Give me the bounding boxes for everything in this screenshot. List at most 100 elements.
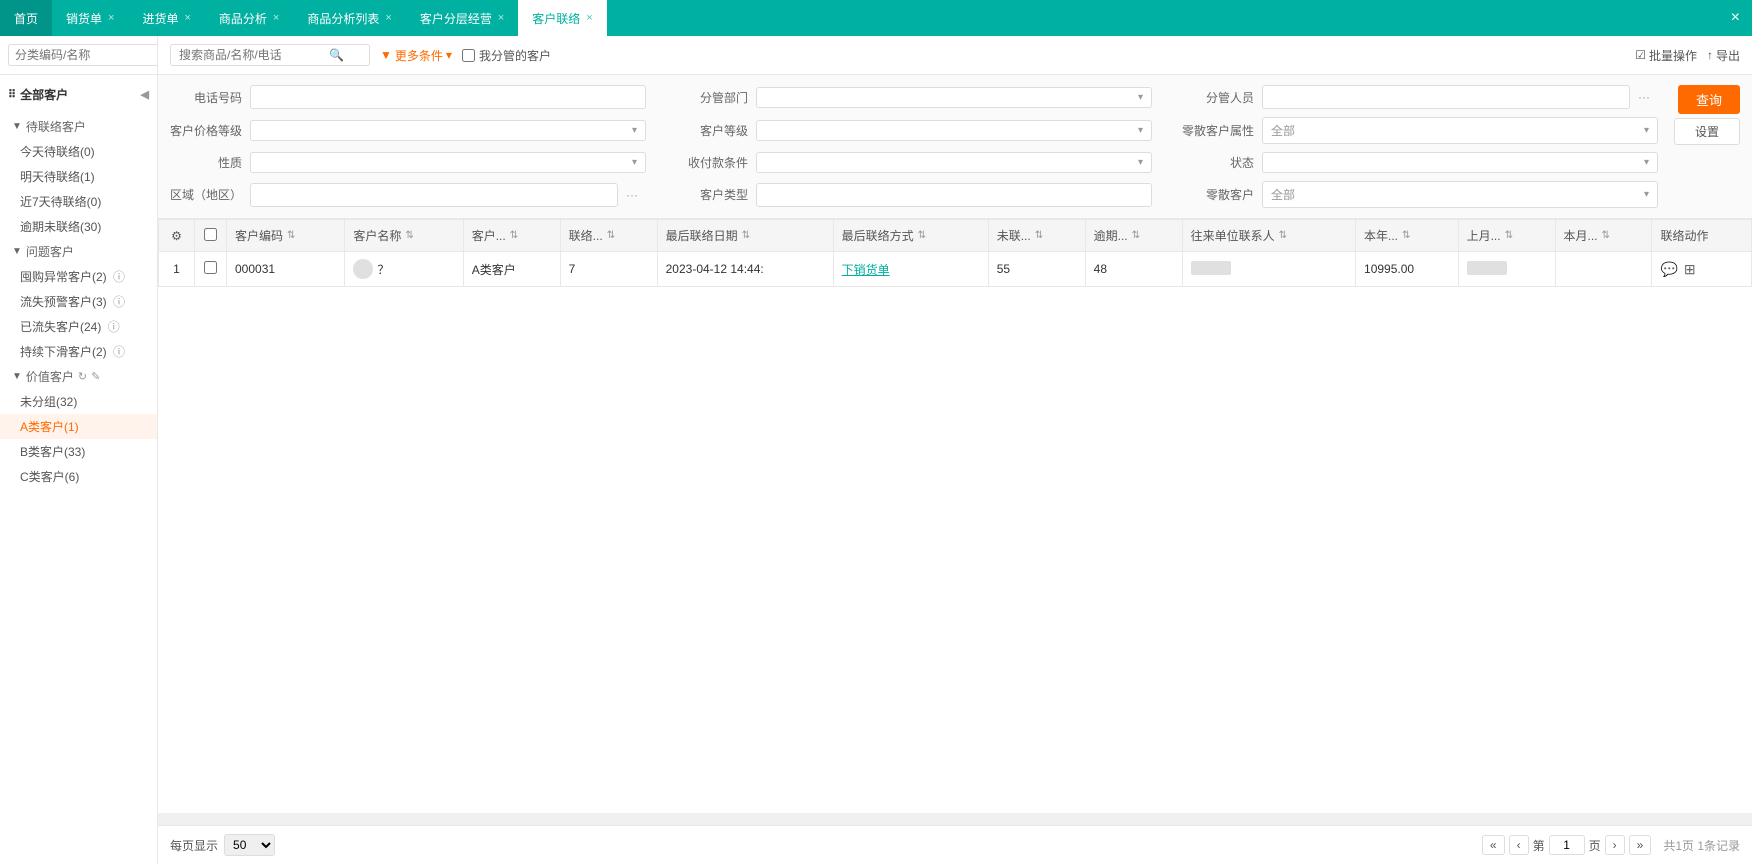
scatter2-dropdown-icon: ▾ [1644, 189, 1649, 200]
row-chat-icon[interactable]: 💬 [1660, 261, 1677, 278]
customer-avatar [353, 259, 373, 279]
sidebar-pending-contact-header[interactable]: ▼ 待联络客户 [0, 114, 157, 139]
nav-customer-contact[interactable]: 客户联络 × [518, 0, 606, 36]
filter-price-select[interactable]: ▾ [250, 120, 646, 141]
sort-icon-this-month[interactable]: ⇅ [1602, 230, 1610, 241]
sidebar-search-input[interactable] [8, 44, 158, 66]
filter-phone-input[interactable] [250, 85, 646, 109]
nav-product-analysis-list[interactable]: 商品分析列表 × [293, 0, 405, 36]
filter-status-select[interactable]: ▾ [1262, 152, 1658, 173]
nav-customer-tier[interactable]: 客户分层经营 × [406, 0, 518, 36]
arrow-icon-2: ▼ [12, 246, 22, 257]
page-input[interactable] [1549, 835, 1585, 855]
sort-icon-year[interactable]: ⇅ [1402, 230, 1410, 241]
search-button[interactable]: 查询 [1678, 85, 1740, 114]
price-dropdown-icon: ▾ [632, 125, 637, 136]
more-filter-btn[interactable]: ▼ 更多条件 ▾ [380, 47, 452, 64]
first-page-btn[interactable]: « [1482, 835, 1505, 855]
filter-cust-type-input[interactable] [756, 183, 1152, 207]
table-header-row: ⚙ 客户编码 ⇅ 客户名称 [159, 220, 1752, 252]
gear-icon[interactable]: ⚙ [171, 229, 182, 243]
sidebar-problem-customers-header[interactable]: ▼ 问题客户 [0, 239, 157, 264]
sidebar-item-c-class[interactable]: C类客户(6) [0, 464, 157, 489]
export-btn[interactable]: ↑ 导出 [1707, 47, 1740, 64]
filter-person-input[interactable] [1262, 85, 1630, 109]
edit-icon[interactable]: ✎ [91, 370, 100, 383]
main-search-input[interactable] [179, 48, 329, 62]
filter-payment-select[interactable]: ▾ [756, 152, 1152, 173]
sort-icon-unit[interactable]: ⇅ [1279, 230, 1287, 241]
nature-dropdown-icon: ▾ [632, 157, 637, 168]
last-page-btn[interactable]: » [1629, 835, 1652, 855]
person-dots-btn[interactable]: ··· [1630, 86, 1658, 108]
sidebar-item-7days-contact[interactable]: 近7天待联络(0) [0, 189, 157, 214]
sidebar-item-churned[interactable]: 已流失客户(24) ⓘ [0, 314, 157, 339]
horizontal-scrollbar[interactable] [158, 813, 1752, 825]
my-customer-check[interactable] [462, 49, 475, 62]
close-all-tabs[interactable]: × [1719, 9, 1752, 27]
last-contact-way[interactable]: 下销货单 [842, 263, 890, 277]
sidebar-item-overdue-contact[interactable]: 逾期未联络(30) [0, 214, 157, 239]
nav-product-analysis[interactable]: 商品分析 × [205, 0, 293, 36]
close-sales-tab[interactable]: × [108, 12, 114, 24]
select-all-checkbox[interactable] [204, 228, 217, 241]
sidebar-item-tomorrow-contact[interactable]: 明天待联络(1) [0, 164, 157, 189]
filter-dept-select[interactable]: ▾ [756, 87, 1152, 108]
sidebar-item-a-class[interactable]: A类客户(1) [0, 414, 157, 439]
next-page-btn[interactable]: › [1605, 835, 1625, 855]
collapse-icon: ◀ [141, 88, 149, 101]
sort-icon-way[interactable]: ⇅ [918, 230, 926, 241]
row-checkbox[interactable] [204, 261, 217, 274]
sort-icon-contact[interactable]: ⇅ [607, 230, 615, 241]
sidebar-all-customers-header[interactable]: ⠿ 全部客户 ◀ [0, 81, 157, 108]
sort-icon-name[interactable]: ⇅ [405, 230, 413, 241]
close-customer-tier-tab[interactable]: × [498, 12, 504, 24]
close-product-analysis-tab[interactable]: × [273, 12, 279, 24]
filter-nature-select[interactable]: ▾ [250, 152, 646, 173]
filter-region-input[interactable] [250, 183, 618, 207]
row-grid-icon[interactable]: ⊞ [1684, 261, 1696, 278]
sort-icon-type[interactable]: ⇅ [510, 230, 518, 241]
sort-icon-overdue[interactable]: ⇅ [1132, 230, 1140, 241]
sidebar-item-ungrouped[interactable]: 未分组(32) [0, 389, 157, 414]
refresh-icon[interactable]: ↻ [78, 370, 87, 383]
th-unit-contact: 往来单位联系人 ⇅ [1182, 220, 1355, 252]
filter-row-3: 性质 ▾ 收付款条件 ▾ [170, 152, 1658, 173]
filter-status-label: 状态 [1182, 154, 1262, 171]
settings-button[interactable]: 设置 [1674, 118, 1740, 145]
close-purchase-tab[interactable]: × [184, 12, 190, 24]
nav-home[interactable]: 首页 [0, 0, 52, 36]
sidebar-item-today-contact[interactable]: 今天待联络(0) [0, 139, 157, 164]
customer-table: ⚙ 客户编码 ⇅ 客户名称 [158, 219, 1752, 287]
sort-icon-not-contact[interactable]: ⇅ [1035, 230, 1043, 241]
sort-icon-date[interactable]: ⇅ [742, 230, 750, 241]
close-product-list-tab[interactable]: × [385, 12, 391, 24]
my-customer-checkbox[interactable]: 我分管的客户 [462, 47, 551, 64]
row-last-way-cell: 下销货单 [833, 252, 988, 287]
close-customer-contact-tab[interactable]: × [586, 12, 592, 24]
region-dots-btn[interactable]: ··· [618, 184, 646, 206]
th-this-month: 本月... ⇅ [1555, 220, 1652, 252]
sort-icon-code[interactable]: ⇅ [287, 230, 295, 241]
main-search-icon[interactable]: 🔍 [329, 48, 344, 62]
table-row: 1 000031 ？ [159, 252, 1752, 287]
sidebar-item-abnormal-purchase[interactable]: 囤购异常客户(2) ⓘ [0, 264, 157, 289]
filter-region-label: 区域（地区） [170, 186, 250, 203]
per-page-select[interactable]: 50 100 200 [224, 834, 275, 856]
th-not-contacted: 未联... ⇅ [988, 220, 1085, 252]
filter-cust-level-select[interactable]: ▾ [756, 120, 1152, 141]
sidebar-item-churn-warning[interactable]: 流失预警客户(3) ⓘ [0, 289, 157, 314]
filter-scatter2-select[interactable]: 全部 ▾ [1262, 181, 1658, 208]
batch-action-btn[interactable]: ☑ 批量操作 [1635, 47, 1697, 64]
sidebar-value-customers-header[interactable]: ▼ 价值客户 ↻ ✎ [0, 364, 157, 389]
nav-sales[interactable]: 销货单 × [52, 0, 128, 36]
sidebar-item-b-class[interactable]: B类客户(33) [0, 439, 157, 464]
filter-scatter: 零散客户 全部 ▾ [1182, 181, 1658, 208]
nav-purchase[interactable]: 进货单 × [128, 0, 204, 36]
sidebar-item-declining[interactable]: 持续下滑客户(2) ⓘ [0, 339, 157, 364]
filter-scatter-select[interactable]: 全部 ▾ [1262, 117, 1658, 144]
unit-contact [1191, 261, 1231, 275]
prev-page-btn[interactable]: ‹ [1509, 835, 1529, 855]
info-icon-1: ⓘ [113, 270, 125, 284]
sort-icon-last-month[interactable]: ⇅ [1505, 230, 1513, 241]
